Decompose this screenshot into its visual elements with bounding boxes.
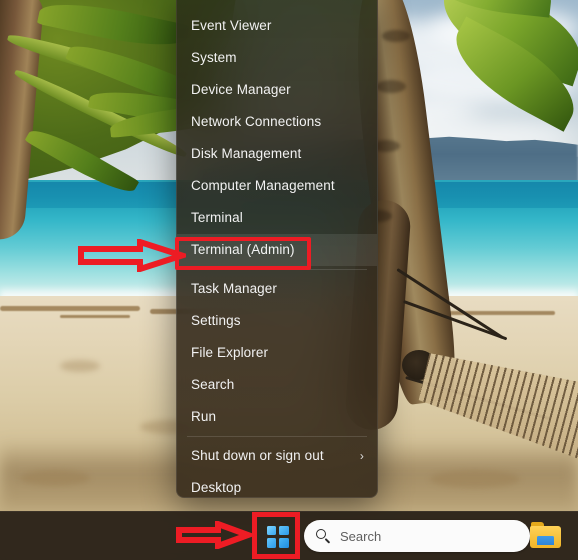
menu-item-desktop[interactable]: Desktop — [177, 472, 377, 497]
search-icon — [316, 528, 331, 544]
folder-icon-document — [537, 536, 554, 545]
menu-item-shut-down-or-sign-out[interactable]: Shut down or sign out › — [177, 440, 377, 472]
menu-item-event-viewer[interactable]: Event Viewer — [177, 10, 377, 42]
wallpaper-sand-texture — [60, 360, 100, 372]
power-user-menu-list[interactable]: Event Viewer System Device Manager Network … — [177, 0, 377, 497]
menu-item-terminal[interactable]: Terminal — [177, 202, 377, 234]
menu-item-label: Settings — [191, 313, 241, 328]
menu-separator — [187, 436, 367, 437]
start-button[interactable] — [259, 518, 296, 555]
menu-item-label: Desktop — [191, 480, 242, 495]
menu-item-clipped-item[interactable] — [177, 0, 377, 10]
menu-item-label: Terminal (Admin) — [191, 242, 295, 257]
wallpaper-sand-texture — [430, 470, 520, 488]
menu-item-computer-management[interactable]: Computer Management — [177, 170, 377, 202]
menu-item-device-manager[interactable]: Device Manager — [177, 74, 377, 106]
wallpaper-seaweed — [0, 306, 140, 311]
menu-item-label: Network Connections — [191, 114, 322, 129]
menu-item-system[interactable]: System — [177, 42, 377, 74]
wallpaper-trunk-texture — [382, 30, 410, 42]
menu-separator — [187, 269, 367, 270]
menu-item-label: System — [191, 50, 237, 65]
wallpaper-seaweed — [60, 315, 130, 318]
menu-item-label: Event Viewer — [191, 18, 272, 33]
menu-item-label: Run — [191, 409, 217, 424]
power-user-menu[interactable]: Event Viewer System Device Manager Network … — [176, 0, 378, 498]
menu-item-search[interactable]: Search — [177, 369, 377, 401]
menu-item-label: Shut down or sign out — [191, 448, 324, 463]
menu-item-label: Terminal — [191, 210, 243, 225]
menu-item-label: File Explorer — [191, 345, 269, 360]
menu-item-file-explorer[interactable]: File Explorer — [177, 337, 377, 369]
wallpaper-trunk-texture — [376, 80, 406, 93]
chevron-right-icon: › — [359, 449, 364, 463]
wallpaper-sand-texture — [20, 470, 90, 486]
annotation-arrow-terminal-admin — [78, 239, 186, 272]
windows-logo-icon — [266, 525, 289, 548]
menu-item-label: Disk Management — [191, 146, 302, 161]
taskbar-file-explorer-button[interactable] — [530, 520, 563, 551]
taskbar-search-input[interactable]: Search — [304, 520, 530, 552]
menu-item-label: Search — [191, 377, 235, 392]
menu-item-label: Task Manager — [191, 281, 277, 296]
menu-item-settings[interactable]: Settings — [177, 305, 377, 337]
menu-item-disk-management[interactable]: Disk Management — [177, 138, 377, 170]
menu-item-label: Computer Management — [191, 178, 335, 193]
menu-item-terminal-admin[interactable]: Terminal (Admin) — [177, 234, 377, 266]
menu-item-run[interactable]: Run — [177, 401, 377, 433]
search-placeholder: Search — [340, 528, 382, 544]
menu-item-label: Device Manager — [191, 82, 291, 97]
annotation-arrow-start-button — [176, 521, 252, 549]
menu-item-network-connections[interactable]: Network Connections — [177, 106, 377, 138]
menu-item-task-manager[interactable]: Task Manager — [177, 273, 377, 305]
